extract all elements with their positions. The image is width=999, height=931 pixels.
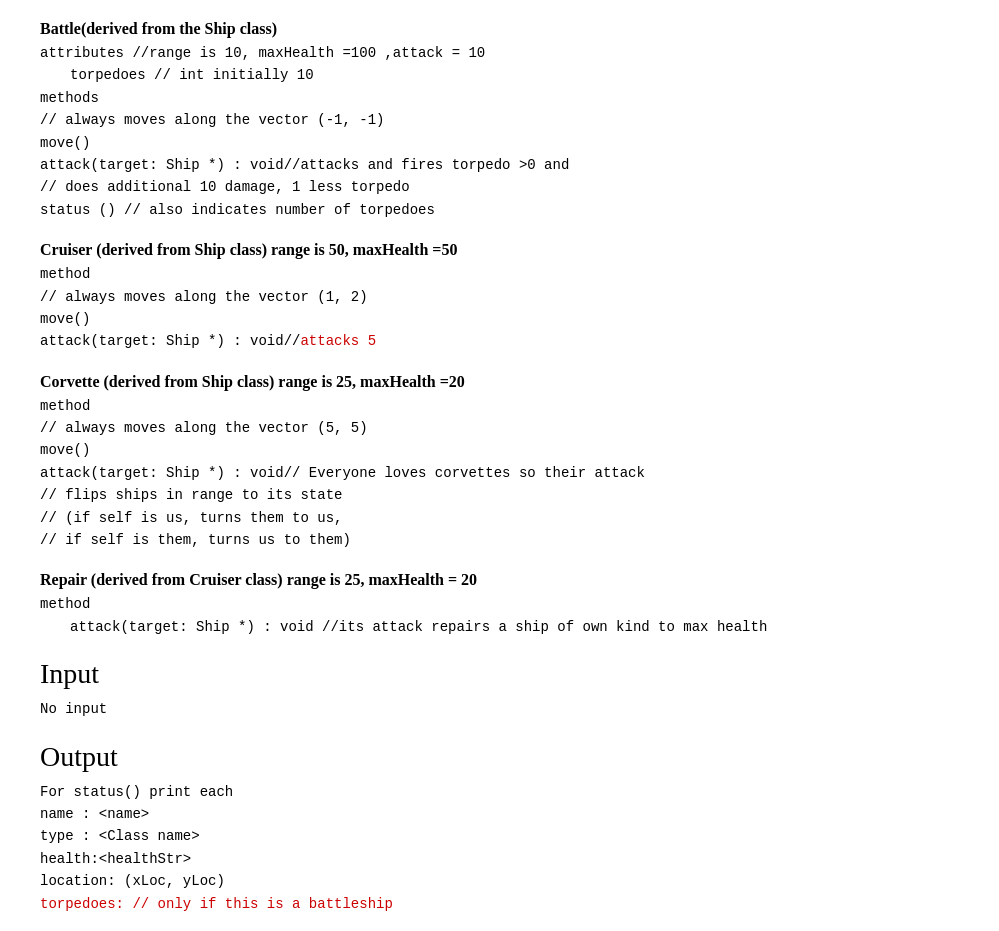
corvette-line-5: // flips ships in range to its state: [40, 484, 959, 506]
corvette-line-4: attack(target: Ship *) : void// Everyone…: [40, 462, 959, 484]
battle-line-1: attributes //range is 10, maxHealth =100…: [40, 42, 959, 64]
cruiser-section: Cruiser (derived from Ship class) range …: [40, 241, 959, 353]
corvette-heading: Corvette (derived from Ship class) range…: [40, 373, 959, 391]
corvette-line-6: // (if self is us, turns them to us,: [40, 507, 959, 529]
battle-line-8: status () // also indicates number of to…: [40, 199, 959, 221]
battle-section: Battle(derived from the Ship class) attr…: [40, 20, 959, 221]
repair-line-1: method: [40, 593, 959, 615]
output-heading: Output: [40, 741, 959, 773]
corvette-line-7: // if self is them, turns us to them): [40, 529, 959, 551]
battle-line-2: torpedoes // int initially 10: [40, 64, 959, 86]
battle-line-6: attack(target: Ship *) : void//attacks a…: [40, 154, 959, 176]
output-line-2: name : <name>: [40, 803, 959, 825]
output-line-4: health:<healthStr>: [40, 848, 959, 870]
output-section: Output For status() print each name : <n…: [40, 741, 959, 915]
output-line-5: location: (xLoc, yLoc): [40, 870, 959, 892]
cruiser-line-1: method: [40, 263, 959, 285]
cruiser-heading: Cruiser (derived from Ship class) range …: [40, 241, 959, 259]
battle-line-3: methods: [40, 87, 959, 109]
repair-section: Repair (derived from Cruiser class) rang…: [40, 571, 959, 638]
repair-line-2: attack(target: Ship *) : void //its atta…: [40, 616, 959, 638]
output-line-3: type : <Class name>: [40, 825, 959, 847]
battle-line-7: // does additional 10 damage, 1 less tor…: [40, 176, 959, 198]
input-heading: Input: [40, 658, 959, 690]
corvette-line-1: method: [40, 395, 959, 417]
corvette-section: Corvette (derived from Ship class) range…: [40, 373, 959, 552]
battle-line-5: move(): [40, 132, 959, 154]
corvette-line-3: move(): [40, 439, 959, 461]
battle-line-4: // always moves along the vector (-1, -1…: [40, 109, 959, 131]
cruiser-line-4: attack(target: Ship *) : void//attacks 5: [40, 330, 959, 352]
input-text: No input: [40, 698, 959, 720]
corvette-line-2: // always moves along the vector (5, 5): [40, 417, 959, 439]
output-line-6: torpedoes: // only if this is a battlesh…: [40, 893, 959, 915]
cruiser-red-text: attacks 5: [300, 333, 376, 349]
input-section: Input No input: [40, 658, 959, 720]
battle-heading: Battle(derived from the Ship class): [40, 20, 959, 38]
cruiser-line-3: move(): [40, 308, 959, 330]
repair-heading: Repair (derived from Cruiser class) rang…: [40, 571, 959, 589]
cruiser-line-2: // always moves along the vector (1, 2): [40, 286, 959, 308]
output-line-1: For status() print each: [40, 781, 959, 803]
